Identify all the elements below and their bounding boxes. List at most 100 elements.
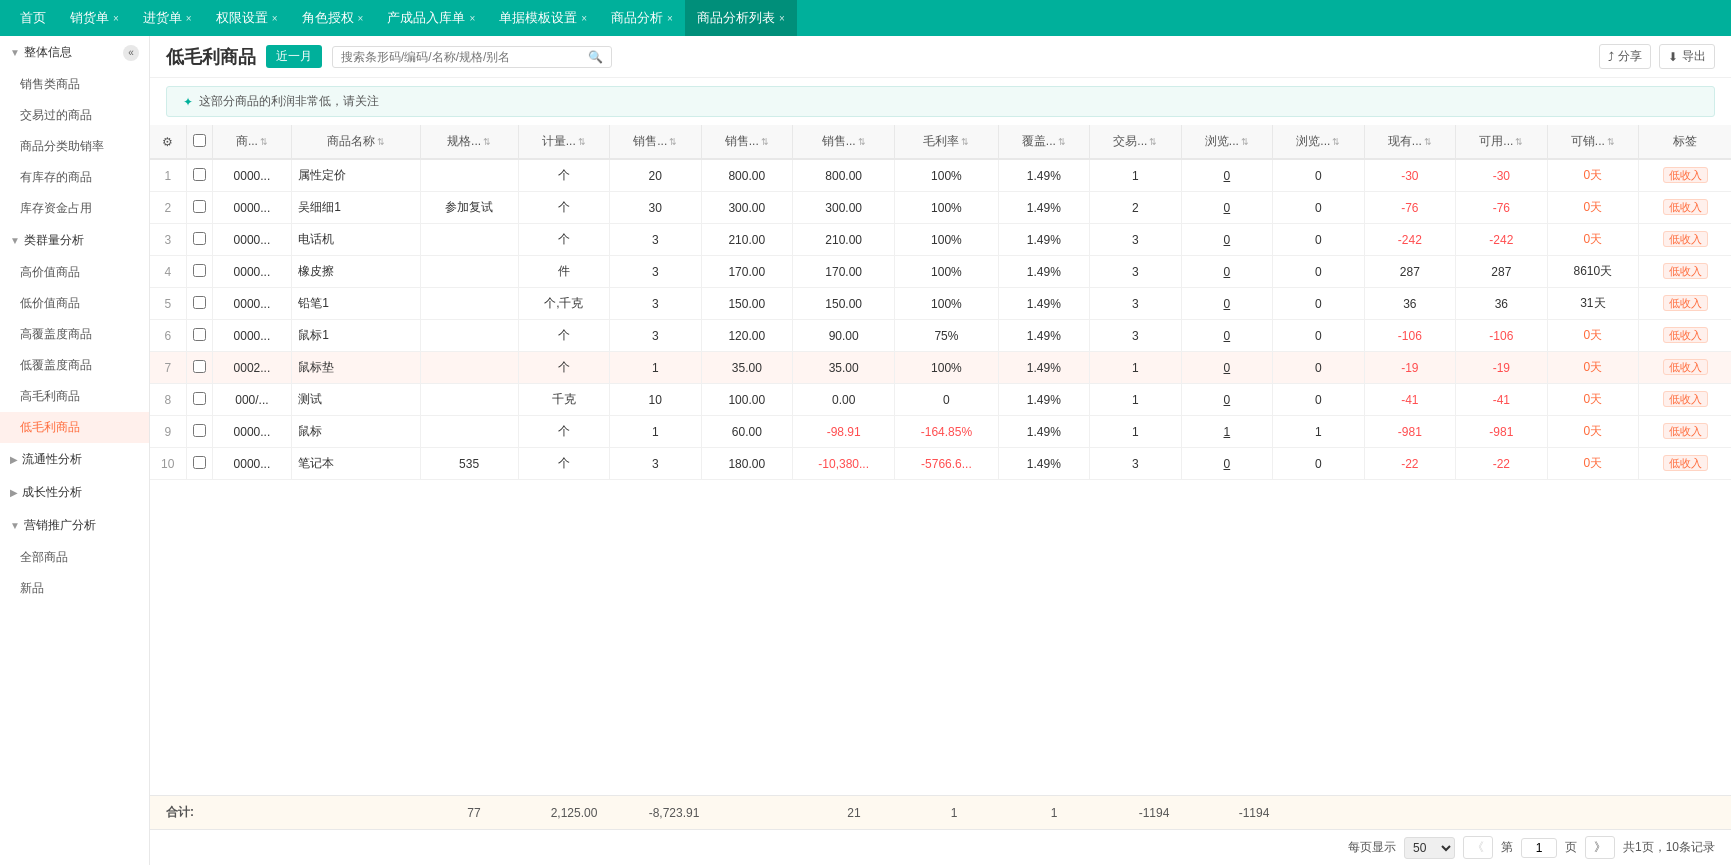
col-select-all[interactable] — [186, 125, 212, 159]
row-views1[interactable]: 0 — [1181, 320, 1273, 352]
sidebar-item-high-value[interactable]: 高价值商品 — [0, 257, 149, 288]
sort-icon: ⇅ — [578, 137, 586, 147]
row-checkbox[interactable] — [186, 159, 212, 192]
row-gross-margin: 100% — [895, 159, 998, 192]
page-size-select[interactable]: 50 100 200 — [1404, 837, 1455, 859]
row-unit: 个 — [518, 352, 610, 384]
select-all-checkbox[interactable] — [193, 134, 206, 147]
col-settings[interactable]: ⚙ — [150, 125, 186, 159]
close-icon[interactable]: × — [581, 13, 587, 24]
sidebar-group-overall[interactable]: ▼ 整体信息 « — [0, 36, 149, 69]
row-views1[interactable]: 0 — [1181, 256, 1273, 288]
search-input[interactable] — [341, 50, 583, 64]
next-page-button[interactable]: 》 — [1585, 836, 1615, 859]
row-checkbox[interactable] — [186, 416, 212, 448]
col-name[interactable]: 商品名称 ⇅ — [292, 125, 420, 159]
row-views1[interactable]: 0 — [1181, 384, 1273, 416]
nav-template-settings[interactable]: 单据模板设置 × — [487, 0, 599, 36]
col-trade[interactable]: 交易... ⇅ — [1090, 125, 1182, 159]
row-sales-qty: 3 — [610, 448, 702, 480]
row-views1[interactable]: 1 — [1181, 416, 1273, 448]
close-icon[interactable]: × — [779, 13, 785, 24]
sidebar-item-low-coverage[interactable]: 低覆盖度商品 — [0, 350, 149, 381]
sidebar-item-low-value[interactable]: 低价值商品 — [0, 288, 149, 319]
col-views1[interactable]: 浏览... ⇅ — [1181, 125, 1273, 159]
row-checkbox[interactable] — [186, 352, 212, 384]
row-views1[interactable]: 0 — [1181, 159, 1273, 192]
row-name[interactable]: 测试 — [292, 384, 420, 416]
close-icon[interactable]: × — [113, 13, 119, 24]
close-icon[interactable]: × — [272, 13, 278, 24]
row-views1[interactable]: 0 — [1181, 448, 1273, 480]
col-spec[interactable]: 规格... ⇅ — [420, 125, 518, 159]
row-name[interactable]: 笔记本 — [292, 448, 420, 480]
sidebar-item-all-products[interactable]: 全部商品 — [0, 542, 149, 573]
sidebar-group-marketing[interactable]: ▼ 营销推广分析 — [0, 509, 149, 542]
row-views1[interactable]: 0 — [1181, 352, 1273, 384]
row-checkbox[interactable] — [186, 320, 212, 352]
col-views2[interactable]: 浏览... ⇅ — [1273, 125, 1365, 159]
close-icon[interactable]: × — [469, 13, 475, 24]
sidebar-item-stocked-products[interactable]: 有库存的商品 — [0, 162, 149, 193]
col-sales-profit[interactable]: 销售... ⇅ — [793, 125, 895, 159]
row-name[interactable]: 铅笔1 — [292, 288, 420, 320]
row-name[interactable]: 吴细细1 — [292, 192, 420, 224]
sidebar-item-traded-products[interactable]: 交易过的商品 — [0, 100, 149, 131]
col-sales-amount[interactable]: 销售... ⇅ — [701, 125, 793, 159]
row-views1[interactable]: 0 — [1181, 224, 1273, 256]
nav-role-auth[interactable]: 角色授权 × — [290, 0, 376, 36]
row-checkbox[interactable] — [186, 192, 212, 224]
row-name[interactable]: 鼠标 — [292, 416, 420, 448]
sidebar-group-cluster[interactable]: ▼ 类群量分析 — [0, 224, 149, 257]
sidebar-group-growth[interactable]: ▶ 成长性分析 — [0, 476, 149, 509]
export-button[interactable]: ⬇ 导出 — [1659, 44, 1715, 69]
nav-sales-order[interactable]: 销货单 × — [58, 0, 131, 36]
time-filter-button[interactable]: 近一月 — [266, 45, 322, 68]
col-gross-margin[interactable]: 毛利率 ⇅ — [895, 125, 998, 159]
row-gross-margin: 100% — [895, 256, 998, 288]
row-name[interactable]: 属性定价 — [292, 159, 420, 192]
row-views1[interactable]: 0 — [1181, 288, 1273, 320]
row-name[interactable]: 橡皮擦 — [292, 256, 420, 288]
nav-purchase-order[interactable]: 进货单 × — [131, 0, 204, 36]
row-checkbox[interactable] — [186, 288, 212, 320]
col-code[interactable]: 商... ⇅ — [212, 125, 292, 159]
sidebar-item-low-margin[interactable]: 低毛利商品 — [0, 412, 149, 443]
nav-home[interactable]: 首页 — [8, 0, 58, 36]
row-checkbox[interactable] — [186, 448, 212, 480]
sidebar-item-inventory-capital[interactable]: 库存资金占用 — [0, 193, 149, 224]
sidebar-item-sales-products[interactable]: 销售类商品 — [0, 69, 149, 100]
nav-product-analysis-list[interactable]: 商品分析列表 × — [685, 0, 797, 36]
prev-page-button[interactable]: 《 — [1463, 836, 1493, 859]
close-icon[interactable]: × — [186, 13, 192, 24]
row-name[interactable]: 鼠标垫 — [292, 352, 420, 384]
sidebar-item-new-products[interactable]: 新品 — [0, 573, 149, 604]
col-sellable[interactable]: 可销... ⇅ — [1547, 125, 1639, 159]
settings-icon[interactable]: ⚙ — [162, 135, 173, 149]
nav-product-analysis[interactable]: 商品分析 × — [599, 0, 685, 36]
page-number-input[interactable] — [1521, 838, 1557, 858]
close-icon[interactable]: × — [358, 13, 364, 24]
search-icon[interactable]: 🔍 — [588, 50, 603, 64]
col-available[interactable]: 可用... ⇅ — [1456, 125, 1548, 159]
close-icon[interactable]: × — [667, 13, 673, 24]
col-unit[interactable]: 计量... ⇅ — [518, 125, 610, 159]
col-current-stock[interactable]: 现有... ⇅ — [1364, 125, 1456, 159]
nav-product-inbound[interactable]: 产成品入库单 × — [375, 0, 487, 36]
sidebar-group-liquidity[interactable]: ▶ 流通性分析 — [0, 443, 149, 476]
row-name[interactable]: 鼠标1 — [292, 320, 420, 352]
tag-badge: 低收入 — [1663, 423, 1708, 439]
collapse-button[interactable]: « — [123, 45, 139, 61]
row-checkbox[interactable] — [186, 256, 212, 288]
col-coverage[interactable]: 覆盖... ⇅ — [998, 125, 1090, 159]
share-button[interactable]: ⤴ 分享 — [1599, 44, 1651, 69]
col-sales-qty[interactable]: 销售... ⇅ — [610, 125, 702, 159]
sidebar-item-high-margin[interactable]: 高毛利商品 — [0, 381, 149, 412]
sidebar-item-high-coverage[interactable]: 高覆盖度商品 — [0, 319, 149, 350]
row-views1[interactable]: 0 — [1181, 192, 1273, 224]
sidebar-item-category-assist[interactable]: 商品分类助销率 — [0, 131, 149, 162]
row-name[interactable]: 电话机 — [292, 224, 420, 256]
row-checkbox[interactable] — [186, 224, 212, 256]
nav-permission-settings[interactable]: 权限设置 × — [204, 0, 290, 36]
row-checkbox[interactable] — [186, 384, 212, 416]
